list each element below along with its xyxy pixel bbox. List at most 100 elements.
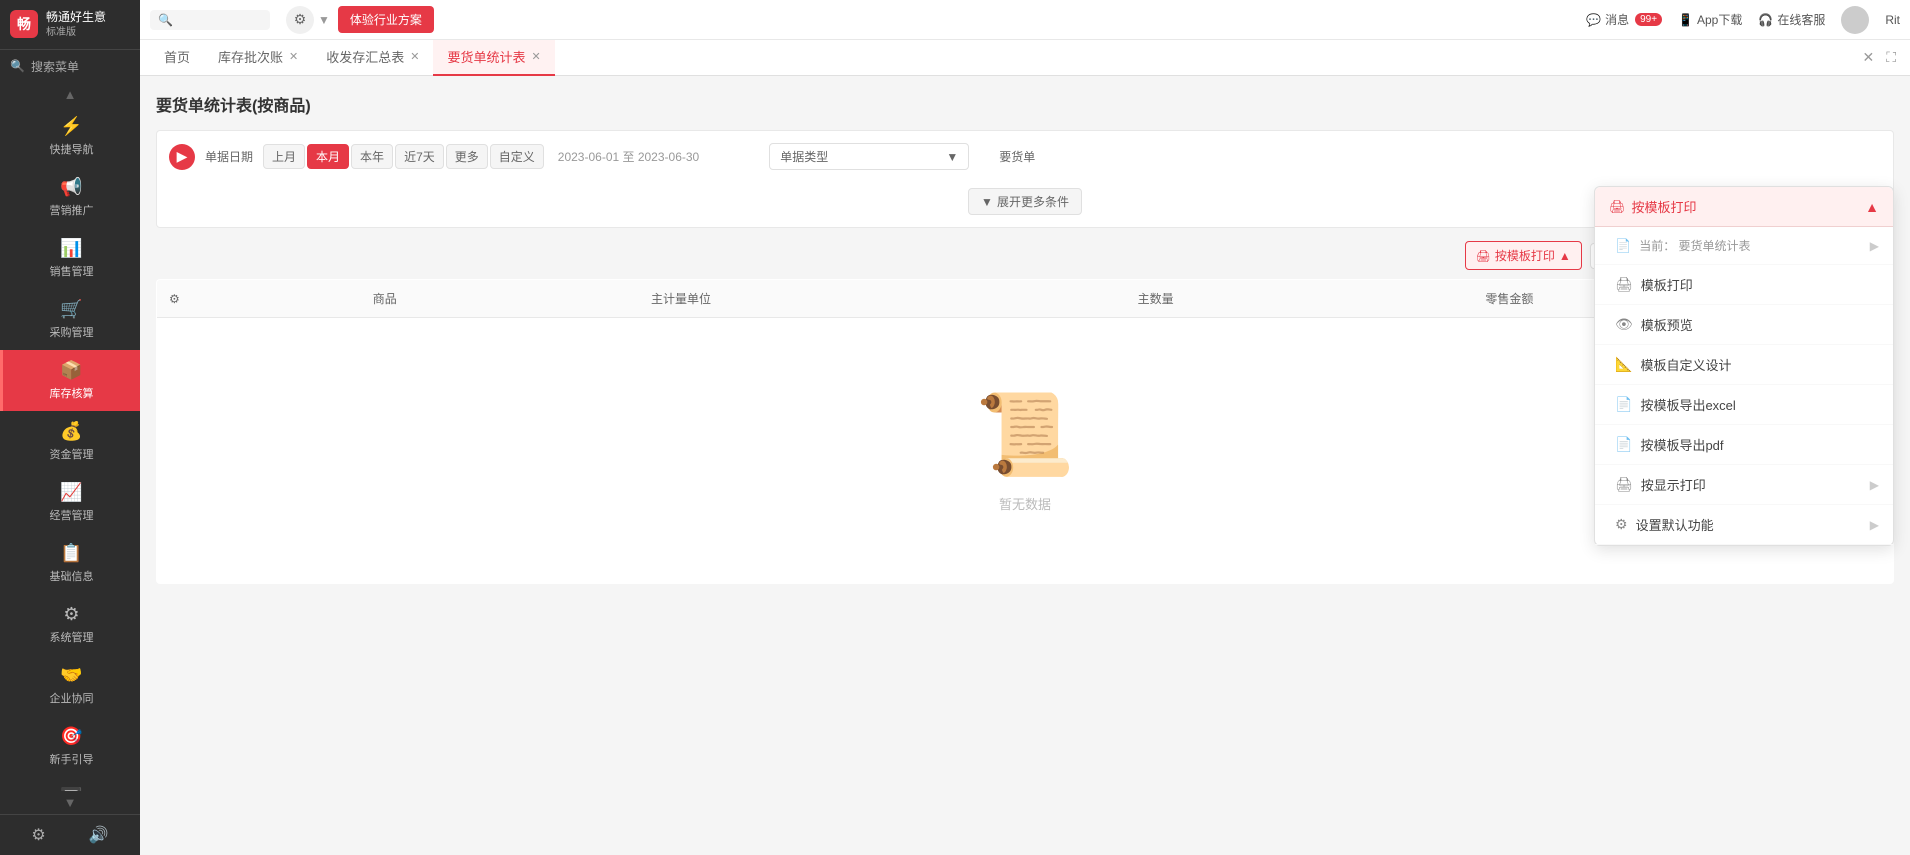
sidebar-item-operation[interactable]: 📈经营管理 bbox=[0, 472, 140, 533]
message-icon: 💬 bbox=[1586, 13, 1601, 27]
tab-collection[interactable]: 收发存汇总表 ✕ bbox=[312, 40, 433, 76]
sidebar-item-inventory[interactable]: 📦库存核算 bbox=[0, 350, 140, 411]
item-label-set-default: 设置默认功能 bbox=[1636, 515, 1714, 534]
dropdown-collapse-btn[interactable]: ▲ bbox=[1865, 199, 1879, 215]
tab-close-batch[interactable]: ✕ bbox=[289, 50, 298, 63]
sidebar-item-purchase[interactable]: 🛒采购管理 bbox=[0, 289, 140, 350]
tab-label-order-stats: 要货单统计表 bbox=[447, 47, 525, 66]
sidebar-item-basic[interactable]: 📋基础信息 bbox=[0, 533, 140, 594]
col-unit: 主计量单位 bbox=[639, 280, 1126, 318]
tab-maximize-btn[interactable]: ⛶ bbox=[1882, 45, 1900, 70]
document-icon: 📄 bbox=[1615, 238, 1631, 254]
dropdown-item-display-print[interactable]: 🖨按显示打印▶ bbox=[1595, 465, 1893, 505]
chevron-right-icon: ▶ bbox=[1870, 239, 1879, 253]
topbar-right: 💬 消息 99+ 📱 App下载 🎧 在线客服 Rit bbox=[1586, 6, 1900, 34]
sidebar-item-shortcuts[interactable]: ⚡快捷导航 bbox=[0, 106, 140, 167]
item-label-template-export-excel: 按模板导出excel bbox=[1640, 395, 1735, 414]
sidebar-bottom: ⚙ 🔊 bbox=[0, 814, 140, 855]
item-icon-set-default: ⚙ bbox=[1615, 516, 1628, 533]
date-btn-2[interactable]: 本年 bbox=[351, 144, 393, 169]
page-title: 要货单统计表(按商品) bbox=[156, 92, 1894, 116]
user-avatar[interactable] bbox=[1841, 6, 1869, 34]
online-service-btn[interactable]: 🎧 在线客服 bbox=[1758, 11, 1825, 28]
expand-icon: ▼ bbox=[981, 195, 993, 209]
tab-close-order-stats[interactable]: ✕ bbox=[532, 50, 541, 63]
sidebar-item-marketing[interactable]: 📢营销推广 bbox=[0, 167, 140, 228]
logo-text: 畅通好生意 标准版 bbox=[46, 10, 106, 39]
app-logo: 畅 畅通好生意 标准版 bbox=[0, 0, 140, 50]
trial-industry-btn[interactable]: 体验行业方案 bbox=[338, 6, 434, 33]
sidebar-item-guide[interactable]: 🎯新手引导 bbox=[0, 716, 140, 777]
search-icon: 🔍 bbox=[10, 59, 25, 73]
item-icon-template-preview: 👁 bbox=[1615, 316, 1633, 333]
empty-text: 暂无数据 bbox=[999, 494, 1051, 513]
chevron-down-icon: ▼ bbox=[946, 150, 958, 164]
topbar-gear-btn[interactable]: ⚙ bbox=[286, 6, 314, 34]
app-download-btn[interactable]: 📱 App下载 bbox=[1678, 11, 1742, 28]
date-btn-0[interactable]: 上月 bbox=[263, 144, 305, 169]
dropdown-header: 🖨 按模板打印 ▲ bbox=[1595, 187, 1893, 227]
empty-icon: 📜 bbox=[975, 388, 1075, 482]
tab-batch[interactable]: 库存批次账✕ bbox=[204, 40, 312, 76]
nav-icon-marketing: 📢 bbox=[60, 177, 82, 198]
search-icon: 🔍 bbox=[158, 13, 173, 27]
date-btn-4[interactable]: 更多 bbox=[446, 144, 488, 169]
sidebar-item-system[interactable]: ⚙ 系统管理 bbox=[0, 594, 140, 655]
chevron-right-icon: ▶ bbox=[1870, 478, 1879, 492]
app-icon: 📱 bbox=[1678, 13, 1693, 27]
print-icon: 🖨 bbox=[1609, 199, 1626, 215]
scroll-down-btn[interactable]: ▼ bbox=[0, 791, 140, 814]
volume-icon[interactable]: 🔊 bbox=[89, 825, 109, 845]
dropdown-arrow[interactable]: ▼ bbox=[318, 13, 330, 27]
item-label-template-custom: 模板自定义设计 bbox=[1640, 355, 1731, 374]
col-settings[interactable]: ⚙ bbox=[157, 280, 361, 318]
sidebar-search[interactable]: 🔍 搜索菜单 bbox=[0, 50, 140, 83]
nav-icon-sales: 📊 bbox=[60, 238, 82, 259]
user-name[interactable]: Rit bbox=[1885, 13, 1900, 27]
tab-close-all-btn[interactable]: ✕ bbox=[1858, 45, 1878, 70]
dropdown-item-template-export-excel[interactable]: 📄 按模板导出excel bbox=[1595, 385, 1893, 425]
tab-close-collection[interactable]: ✕ bbox=[410, 50, 419, 63]
item-icon-display-print: 🖨 bbox=[1615, 476, 1633, 493]
nav-label-collab: 企业协同 bbox=[50, 690, 94, 706]
print-template-btn[interactable]: 🖨 按模板打印 ▲ bbox=[1465, 241, 1582, 270]
date-btn-5[interactable]: 自定义 bbox=[490, 144, 544, 169]
scroll-up-btn[interactable]: ▲ bbox=[0, 83, 140, 106]
nav-label-sales: 销售管理 bbox=[50, 263, 94, 279]
messages-btn[interactable]: 💬 消息 99+ bbox=[1586, 11, 1662, 28]
cargo-label: 要货单 bbox=[999, 148, 1035, 165]
dropdown-item-template-export-pdf[interactable]: 📄按模板导出pdf bbox=[1595, 425, 1893, 465]
dropdown-item-template-custom[interactable]: 📐模板自定义设计 bbox=[1595, 345, 1893, 385]
nav-icon-shortcuts: ⚡ bbox=[60, 116, 82, 137]
sidebar-item-finance[interactable]: 💰资金管理 bbox=[0, 411, 140, 472]
sidebar-nav: ⚡快捷导航📢营销推广 📊 销售管理 🛒采购管理📦库存核算💰资金管理📈经营管理📋基础信息… bbox=[0, 106, 140, 791]
nav-icon-basic: 📋 bbox=[60, 543, 82, 564]
dropdown-item-set-default[interactable]: ⚙设置默认功能▶ bbox=[1595, 505, 1893, 545]
filter-toggle-btn[interactable]: ▶ bbox=[169, 144, 195, 170]
sidebar-item-collab[interactable]: 🤝企业协同 bbox=[0, 655, 140, 716]
nav-icon-guide: 🎯 bbox=[60, 726, 82, 747]
dropdown-title: 🖨 按模板打印 bbox=[1609, 197, 1697, 216]
dropdown-current-item[interactable]: 📄 当前： 要货单统计表 ▶ bbox=[1595, 227, 1893, 265]
sidebar-item-sales[interactable]: 📊 销售管理 bbox=[0, 228, 140, 289]
date-btn-3[interactable]: 近7天 bbox=[395, 144, 444, 169]
settings-icon[interactable]: ⚙ bbox=[31, 825, 45, 845]
date-btn-1[interactable]: 本月 bbox=[307, 144, 349, 169]
tab-home[interactable]: 首页 bbox=[150, 40, 204, 76]
tabs-bar: 首页库存批次账✕ 收发存汇总表 ✕ 要货单统计表 ✕ ✕ ⛶ bbox=[140, 40, 1910, 76]
logo-icon: 畅 bbox=[10, 10, 38, 38]
col-product: 商品 bbox=[361, 280, 639, 318]
nav-label-system: 系统管理 bbox=[50, 629, 94, 645]
dropdown-item-template-print[interactable]: 🖨模板打印 bbox=[1595, 265, 1893, 305]
expand-more-btn[interactable]: ▼ 展开更多条件 bbox=[968, 188, 1082, 215]
topbar-search[interactable]: 🔍 bbox=[150, 10, 270, 30]
sidebar-item-apps[interactable]: 🔲应用中心 bbox=[0, 777, 140, 791]
item-icon-template-export-excel: 📄 bbox=[1615, 396, 1632, 413]
nav-icon-purchase: 🛒 bbox=[60, 299, 82, 320]
nav-icon-system: ⚙ bbox=[63, 604, 79, 625]
tab-label-collection: 收发存汇总表 bbox=[326, 47, 404, 66]
dropdown-item-template-preview[interactable]: 👁模板预览 bbox=[1595, 305, 1893, 345]
tab-order-stats[interactable]: 要货单统计表 ✕ bbox=[433, 40, 554, 76]
doc-type-select[interactable]: 单据类型 ▼ bbox=[769, 143, 969, 170]
item-icon-template-print: 🖨 bbox=[1615, 276, 1633, 293]
